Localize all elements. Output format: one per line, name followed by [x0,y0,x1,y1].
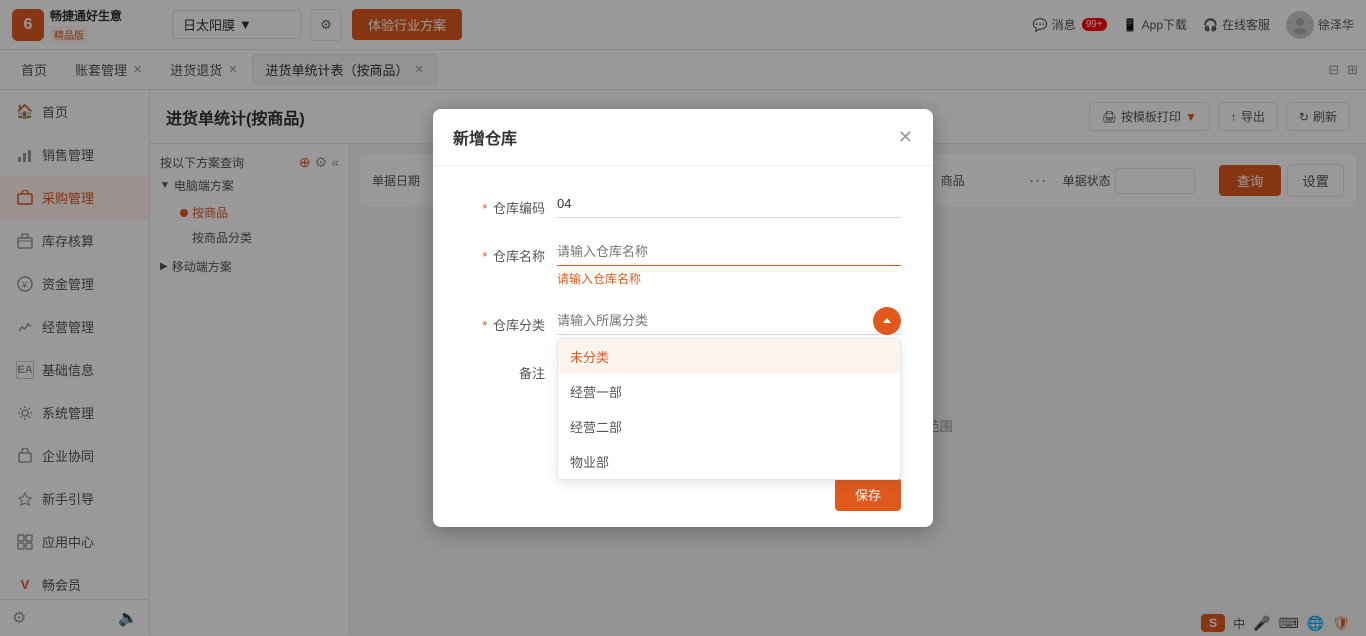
warehouse-code-input[interactable] [557,190,901,218]
dropdown-item-dept1[interactable]: 经营一部 [558,374,900,409]
modal-title: 新增仓库 [453,125,517,149]
modal-body: * 仓库编码 * 仓库名称 请输入仓库名称 * 仓库分类 [433,166,933,462]
dropdown-item-property[interactable]: 物业部 [558,444,900,479]
form-row-name: * 仓库名称 请输入仓库名称 [465,238,901,287]
dropdown-item-uncategorized[interactable]: 未分类 [558,339,900,374]
category-dropdown-toggle[interactable] [873,307,901,335]
category-dropdown: 未分类 经营一部 经营二部 物业部 [557,338,901,480]
form-row-category: * 仓库分类 未分类 经营一部 经营二部 物业部 [465,307,901,335]
add-warehouse-modal: 新增仓库 ✕ * 仓库编码 * 仓库名称 请输入仓库名称 [433,109,933,527]
form-row-code: * 仓库编码 [465,190,901,218]
warehouse-name-input[interactable] [557,238,901,266]
modal-close-button[interactable]: ✕ [898,127,913,148]
save-button[interactable]: 保存 [835,478,901,511]
name-error-msg: 请输入仓库名称 [557,270,901,287]
modal-header: 新增仓库 ✕ [433,109,933,166]
warehouse-category-input[interactable] [557,307,901,335]
dropdown-item-dept2[interactable]: 经营二部 [558,409,900,444]
